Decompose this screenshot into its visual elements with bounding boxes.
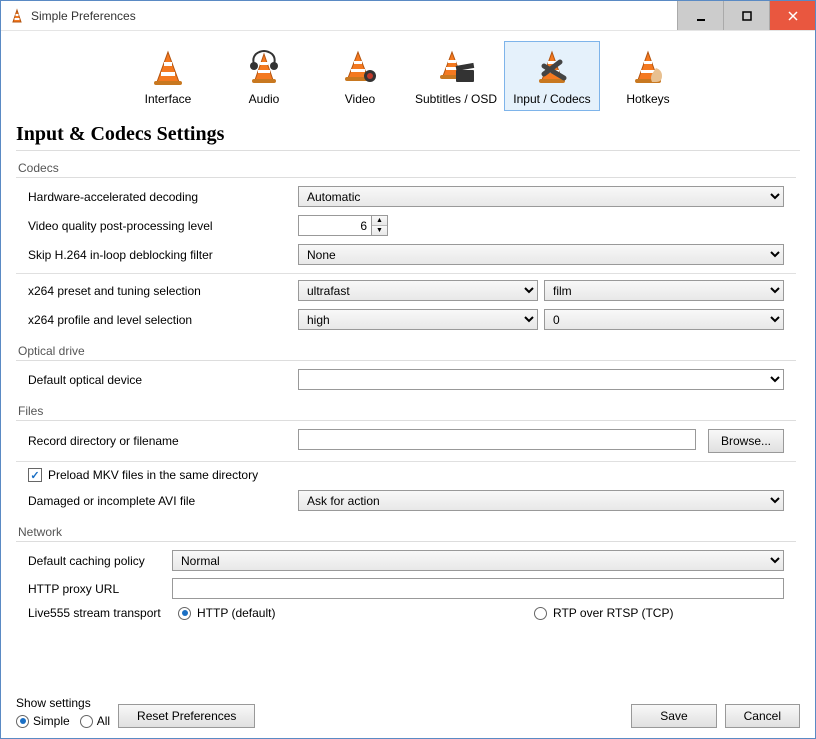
preferences-window: Simple Preferences Interface Audio Video — [0, 0, 816, 739]
all-radio[interactable] — [80, 715, 93, 728]
postproc-label: Video quality post-processing level — [28, 219, 298, 233]
cone-wrench-icon — [530, 48, 574, 88]
maximize-button[interactable] — [723, 1, 769, 30]
caching-select[interactable]: Normal — [172, 550, 784, 571]
tabstrip: Interface Audio Video Subtitles / OSD In… — [16, 41, 800, 111]
rtp-option-label: RTP over RTSP (TCP) — [553, 606, 673, 620]
skipdeblock-label: Skip H.264 in-loop deblocking filter — [28, 248, 298, 262]
proxy-label: HTTP proxy URL — [28, 582, 172, 596]
hwdec-label: Hardware-accelerated decoding — [28, 190, 298, 204]
tab-input-codecs[interactable]: Input / Codecs — [504, 41, 600, 111]
rtp-radio[interactable] — [534, 607, 547, 620]
x264preset-label: x264 preset and tuning selection — [28, 284, 298, 298]
minimize-button[interactable] — [677, 1, 723, 30]
cone-headphones-icon — [242, 48, 286, 88]
optical-device-select[interactable] — [298, 369, 784, 390]
x264level-select[interactable]: 0 — [544, 309, 784, 330]
x264preset-select[interactable]: ultrafast — [298, 280, 538, 301]
avi-label: Damaged or incomplete AVI file — [28, 494, 298, 508]
record-input[interactable] — [298, 429, 696, 450]
browse-button[interactable]: Browse... — [708, 429, 784, 453]
spinner-down[interactable]: ▼ — [372, 226, 387, 235]
tab-subtitles[interactable]: Subtitles / OSD — [408, 41, 504, 111]
x264profile-select[interactable]: high — [298, 309, 538, 330]
simple-radio[interactable] — [16, 715, 29, 728]
network-section-label: Network — [18, 525, 796, 539]
spinner-up[interactable]: ▲ — [372, 216, 387, 226]
titlebar: Simple Preferences — [1, 1, 815, 31]
optical-device-label: Default optical device — [28, 373, 298, 387]
cone-icon — [146, 48, 190, 88]
x264profile-label: x264 profile and level selection — [28, 313, 298, 327]
files-section-label: Files — [18, 404, 796, 418]
reset-button[interactable]: Reset Preferences — [118, 704, 255, 728]
close-button[interactable] — [769, 1, 815, 30]
cone-film-icon — [338, 48, 382, 88]
http-radio[interactable] — [178, 607, 191, 620]
codecs-section-label: Codecs — [18, 161, 796, 175]
caching-label: Default caching policy — [28, 554, 172, 568]
postproc-spinner[interactable]: ▲▼ — [298, 215, 388, 236]
hwdec-select[interactable]: Automatic — [298, 186, 784, 207]
tab-interface[interactable]: Interface — [120, 41, 216, 111]
save-button[interactable]: Save — [631, 704, 716, 728]
footer: Show settings Simple All Reset Preferenc… — [1, 686, 815, 738]
avi-select[interactable]: Ask for action — [298, 490, 784, 511]
postproc-input[interactable] — [298, 215, 372, 236]
tab-hotkeys[interactable]: Hotkeys — [600, 41, 696, 111]
all-label: All — [97, 714, 110, 728]
proxy-input[interactable] — [172, 578, 784, 599]
show-settings-label: Show settings — [16, 696, 110, 710]
page-title: Input & Codecs Settings — [16, 123, 800, 146]
vlc-icon — [9, 8, 25, 24]
tab-audio[interactable]: Audio — [216, 41, 312, 111]
skipdeblock-select[interactable]: None — [298, 244, 784, 265]
record-label: Record directory or filename — [28, 434, 298, 448]
x264tuning-select[interactable]: film — [544, 280, 784, 301]
tab-video[interactable]: Video — [312, 41, 408, 111]
cancel-button[interactable]: Cancel — [725, 704, 800, 728]
cone-hand-icon — [626, 48, 670, 88]
http-option-label: HTTP (default) — [197, 606, 275, 620]
preload-mkv-checkbox[interactable] — [28, 468, 42, 482]
simple-label: Simple — [33, 714, 70, 728]
live555-label: Live555 stream transport — [28, 606, 172, 620]
cone-clapper-icon — [434, 48, 478, 88]
window-title: Simple Preferences — [31, 9, 677, 23]
preload-mkv-label: Preload MKV files in the same directory — [48, 468, 258, 482]
optical-section-label: Optical drive — [18, 344, 796, 358]
